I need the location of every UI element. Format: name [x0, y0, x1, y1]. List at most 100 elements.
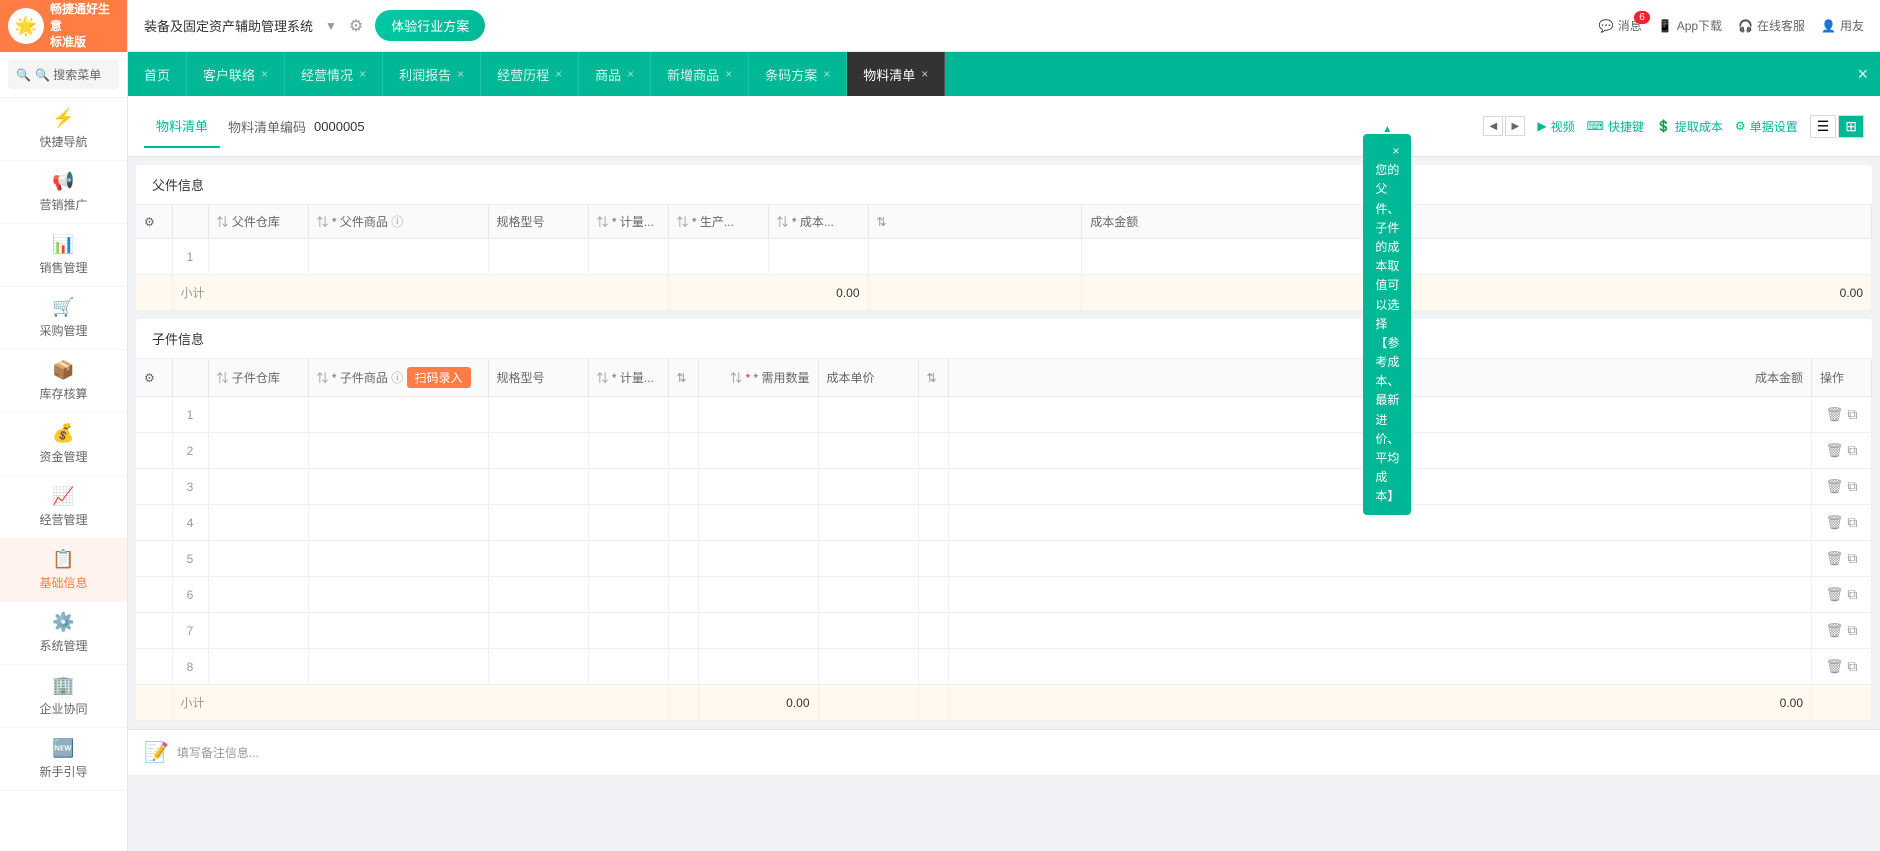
tab-profit[interactable]: 利润报告 ×	[383, 52, 481, 96]
child-row2-spec[interactable]	[488, 433, 588, 469]
close-all-tabs-button[interactable]: ×	[1845, 64, 1880, 85]
sidebar-item-finance[interactable]: 💰 资金管理	[0, 413, 127, 476]
sidebar-item-purchase[interactable]: 🛒 采购管理	[0, 287, 127, 350]
delete-row6-button[interactable]: 🗑	[1826, 586, 1844, 603]
child-col-settings[interactable]: ⚙	[136, 359, 172, 397]
sidebar-item-quick-nav[interactable]: ⚡ 快捷导航	[0, 98, 127, 161]
child-row2-unit-cost[interactable]	[818, 433, 918, 469]
extract-cost-button[interactable]: 💲 提取成本	[1656, 118, 1723, 135]
tab-new-goods[interactable]: 新增商品 ×	[651, 52, 749, 96]
page-tab-bom-list[interactable]: 物料清单	[144, 104, 220, 148]
tab-bom[interactable]: 物料清单 ×	[847, 52, 945, 96]
child-row5-warehouse[interactable]	[208, 541, 308, 577]
tooltip-close-button[interactable]: ×	[1392, 142, 1399, 161]
doc-settings-button[interactable]: ⚙ 单据设置	[1735, 118, 1798, 135]
app-download-button[interactable]: 📱 App下载	[1658, 17, 1722, 34]
copy-row2-button[interactable]: ⧉	[1847, 442, 1857, 459]
child-row4-unit[interactable]	[588, 505, 668, 541]
search-menu-button[interactable]: 🔍 🔍 搜索菜单	[8, 60, 119, 89]
delete-row8-button[interactable]: 🗑	[1826, 658, 1844, 675]
tab-history[interactable]: 经营历程 ×	[481, 52, 579, 96]
sidebar-item-inventory[interactable]: 📦 库存核算	[0, 350, 127, 413]
online-service-button[interactable]: 🎧 在线客服	[1738, 17, 1805, 34]
shortcut-button[interactable]: ⌨ 快捷键	[1587, 118, 1644, 135]
sidebar-item-system[interactable]: ⚙️ 系统管理	[0, 602, 127, 665]
sidebar-item-operation[interactable]: 📈 经营管理	[0, 476, 127, 539]
child-row6-quantity[interactable]	[698, 577, 818, 613]
child-row4-product[interactable]	[308, 505, 488, 541]
sidebar-item-sales[interactable]: 📊 销售管理	[0, 224, 127, 287]
child-row3-product[interactable]	[308, 469, 488, 505]
child-row2-unit[interactable]	[588, 433, 668, 469]
child-row5-unit[interactable]	[588, 541, 668, 577]
close-operation-status-tab[interactable]: ×	[359, 67, 366, 81]
child-row3-quantity[interactable]	[698, 469, 818, 505]
child-row8-unit[interactable]	[588, 649, 668, 685]
scan-input-button[interactable]: 扫码录入	[407, 367, 471, 388]
parent-row-unit[interactable]	[588, 239, 668, 275]
child-row8-warehouse[interactable]	[208, 649, 308, 685]
tab-goods[interactable]: 商品 ×	[579, 52, 651, 96]
next-record-button[interactable]: ▶	[1505, 116, 1525, 136]
child-row6-unit[interactable]	[588, 577, 668, 613]
child-row6-product[interactable]	[308, 577, 488, 613]
delete-row2-button[interactable]: 🗑	[1826, 442, 1844, 459]
close-profit-tab[interactable]: ×	[457, 67, 464, 81]
prev-record-button[interactable]: ◀	[1483, 116, 1503, 136]
child-row1-spec[interactable]	[488, 397, 588, 433]
child-row1-unit[interactable]	[588, 397, 668, 433]
delete-row1-button[interactable]: 🗑	[1826, 406, 1844, 423]
child-row2-warehouse[interactable]	[208, 433, 308, 469]
child-row4-warehouse[interactable]	[208, 505, 308, 541]
delete-row3-button[interactable]: 🗑	[1826, 478, 1844, 495]
tab-operation-status[interactable]: 经营情况 ×	[285, 52, 383, 96]
child-row5-quantity[interactable]	[698, 541, 818, 577]
child-row3-spec[interactable]	[488, 469, 588, 505]
parent-row-warehouse[interactable]	[208, 239, 308, 275]
child-row6-unit-cost[interactable]	[818, 577, 918, 613]
child-row6-warehouse[interactable]	[208, 577, 308, 613]
copy-row8-button[interactable]: ⧉	[1847, 658, 1857, 675]
sidebar-item-basic-info[interactable]: 📋 基础信息	[0, 539, 127, 602]
close-history-tab[interactable]: ×	[555, 67, 562, 81]
child-row8-product[interactable]	[308, 649, 488, 685]
grid-view-button[interactable]: ⊞	[1838, 115, 1864, 138]
copy-row3-button[interactable]: ⧉	[1847, 478, 1857, 495]
child-row1-warehouse[interactable]	[208, 397, 308, 433]
delete-row4-button[interactable]: 🗑	[1826, 514, 1844, 531]
parent-row-spec[interactable]	[488, 239, 588, 275]
child-row7-unit-cost[interactable]	[818, 613, 918, 649]
child-row7-spec[interactable]	[488, 613, 588, 649]
close-barcode-tab[interactable]: ×	[823, 67, 830, 81]
copy-row7-button[interactable]: ⧉	[1847, 622, 1857, 639]
delete-row7-button[interactable]: 🗑	[1826, 622, 1844, 639]
child-row5-spec[interactable]	[488, 541, 588, 577]
child-row1-unit-cost[interactable]	[818, 397, 918, 433]
tab-customer[interactable]: 客户联络 ×	[187, 52, 285, 96]
child-row2-product[interactable]	[308, 433, 488, 469]
sidebar-item-marketing[interactable]: 📢 营销推广	[0, 161, 127, 224]
child-row6-spec[interactable]	[488, 577, 588, 613]
child-row3-warehouse[interactable]	[208, 469, 308, 505]
close-new-goods-tab[interactable]: ×	[725, 67, 732, 81]
close-customer-tab[interactable]: ×	[261, 67, 268, 81]
child-row7-product[interactable]	[308, 613, 488, 649]
child-row3-unit[interactable]	[588, 469, 668, 505]
child-row8-spec[interactable]	[488, 649, 588, 685]
child-row1-quantity[interactable]	[698, 397, 818, 433]
child-row8-quantity[interactable]	[698, 649, 818, 685]
copy-row4-button[interactable]: ⧉	[1847, 514, 1857, 531]
video-button[interactable]: ▶ 视频	[1537, 118, 1574, 135]
parent-col-settings[interactable]: ⚙	[136, 205, 172, 239]
trial-button[interactable]: 体验行业方案	[375, 10, 485, 41]
parent-row-product[interactable]	[308, 239, 488, 275]
child-row5-unit-cost[interactable]	[818, 541, 918, 577]
copy-row1-button[interactable]: ⧉	[1847, 406, 1857, 423]
sidebar-item-guide[interactable]: 🆕 新手引导	[0, 728, 127, 791]
child-row1-product[interactable]	[308, 397, 488, 433]
child-row7-unit[interactable]	[588, 613, 668, 649]
child-row5-product[interactable]	[308, 541, 488, 577]
child-row4-unit-cost[interactable]	[818, 505, 918, 541]
tab-barcode[interactable]: 条码方案 ×	[749, 52, 847, 96]
child-row8-unit-cost[interactable]	[818, 649, 918, 685]
